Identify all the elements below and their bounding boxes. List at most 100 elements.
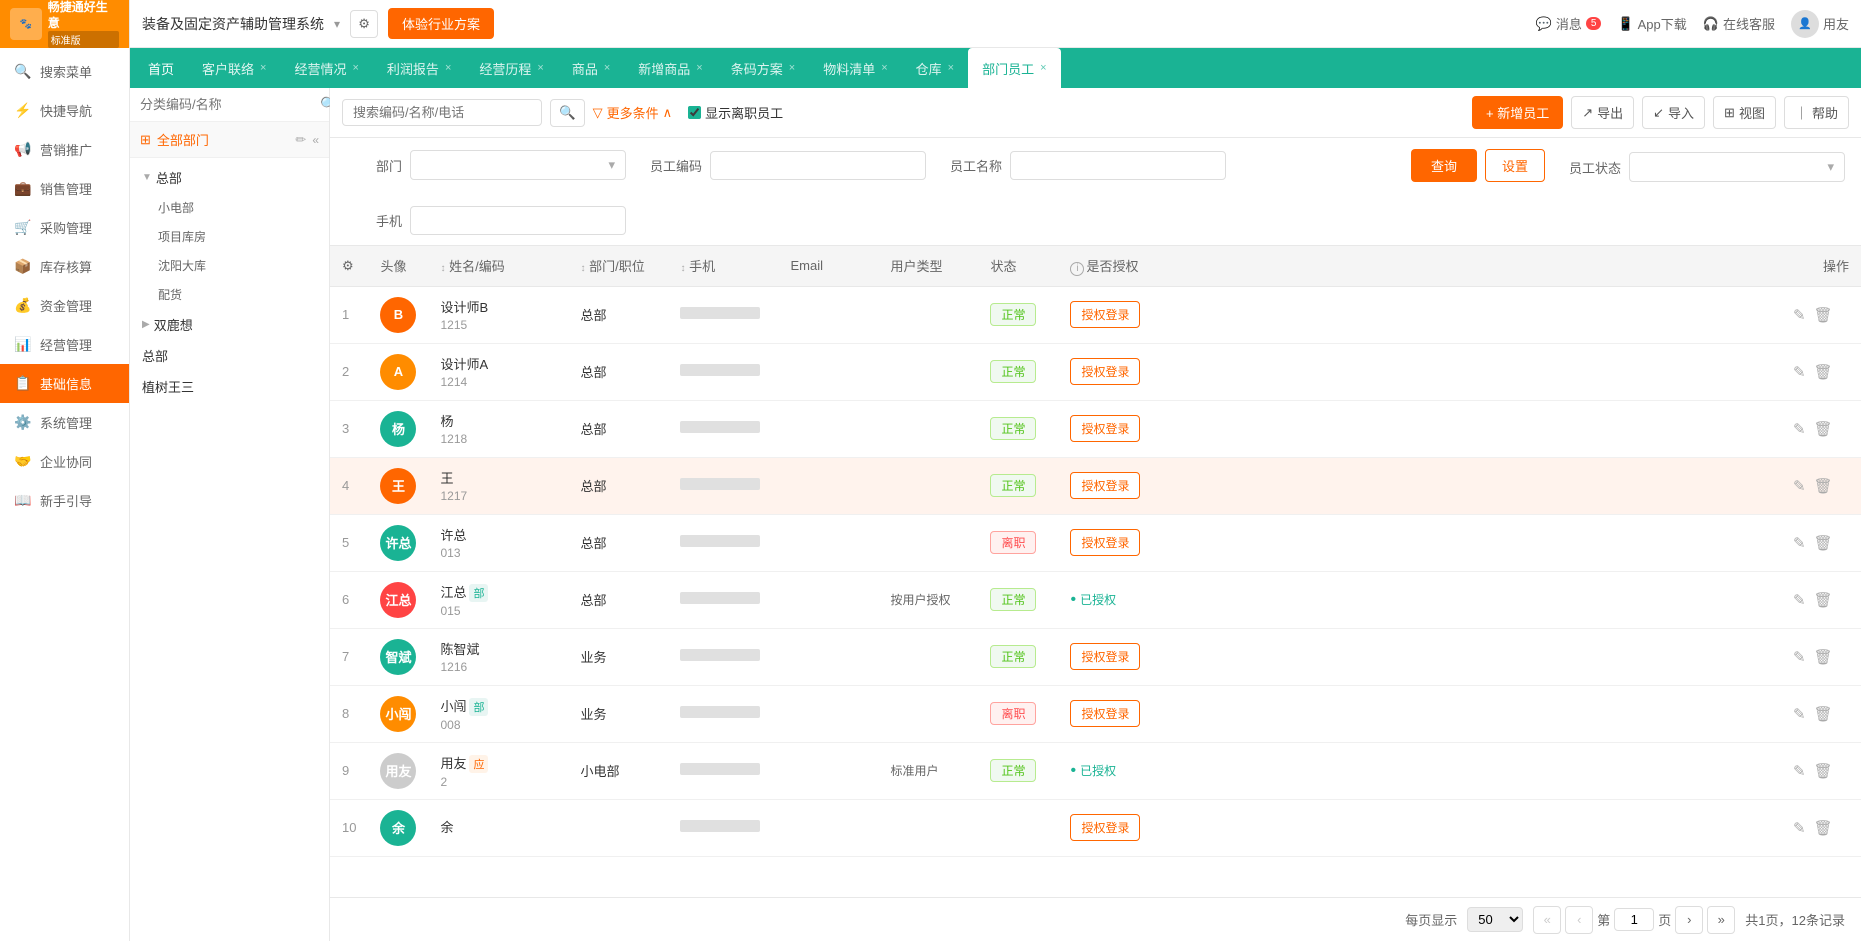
sidebar-item-enterprise[interactable]: 🤝企业协同 (0, 442, 129, 481)
dept-item-zongbu2[interactable]: 总部 (130, 340, 329, 371)
dept-item-zhishu[interactable]: 植树王三 (130, 371, 329, 402)
dept-item-peihuo[interactable]: 配货 (146, 280, 329, 309)
add-staff-button[interactable]: + 新增员工 (1472, 96, 1563, 129)
delete-icon[interactable]: 🗑 (1814, 477, 1833, 495)
close-icon[interactable]: × (881, 62, 887, 74)
dept-item-project[interactable]: 项目库房 (146, 222, 329, 251)
col-name[interactable]: ↕ 姓名/编码 (428, 246, 568, 286)
staff-search-button[interactable]: 🔍 (550, 99, 585, 127)
delete-icon[interactable]: 🗑 (1814, 420, 1833, 438)
reset-button[interactable]: 设置 (1485, 149, 1545, 182)
export-button[interactable]: ↗ 导出 (1571, 96, 1634, 129)
user-menu[interactable]: 👤 用友 (1791, 10, 1849, 38)
show-resigned-checkbox[interactable]: 显示离职员工 (688, 103, 783, 122)
prev-page-button[interactable]: ‹ (1565, 906, 1593, 934)
col-settings[interactable]: ⚙ (330, 246, 368, 286)
dept-search-input[interactable] (140, 97, 316, 112)
online-service-button[interactable]: 🎧 在线客服 (1703, 14, 1775, 33)
app-download-button[interactable]: 📱 App下载 (1617, 14, 1686, 33)
emp-code-input[interactable] (710, 151, 926, 180)
delete-icon[interactable]: 🗑 (1814, 762, 1833, 780)
sidebar-item-inventory[interactable]: 📦库存核算 (0, 247, 129, 286)
close-icon[interactable]: × (696, 62, 702, 74)
dept-select[interactable]: ▾ (410, 150, 626, 180)
edit-icon[interactable]: ✎ (1793, 762, 1806, 780)
sidebar-item-basic[interactable]: 📋基础信息 (0, 364, 129, 403)
tab-profit[interactable]: 利润报告× (373, 48, 465, 88)
sidebar-item-search[interactable]: 🔍搜索菜单 (0, 52, 129, 91)
sidebar-item-guide[interactable]: 📖新手引导 (0, 481, 129, 520)
dept-item-zongbu[interactable]: ▼ 总部 (130, 162, 329, 193)
sidebar-item-management[interactable]: 📊经营管理 (0, 325, 129, 364)
tab-barcode[interactable]: 条码方案× (717, 48, 809, 88)
delete-icon[interactable]: 🗑 (1814, 534, 1833, 552)
tab-process[interactable]: 经营历程× (465, 48, 557, 88)
edit-icon[interactable]: ✎ (1793, 705, 1806, 723)
last-page-button[interactable]: » (1707, 906, 1735, 934)
sidebar-item-finance[interactable]: 💰资金管理 (0, 286, 129, 325)
dept-item-shenyang[interactable]: 沈阳大库 (146, 251, 329, 280)
dept-all-header[interactable]: ⊞ 全部部门 ✏ « (130, 122, 329, 158)
tab-home[interactable]: 首页 (134, 48, 188, 88)
close-icon[interactable]: × (537, 62, 543, 74)
close-icon[interactable]: × (948, 62, 954, 74)
dept-item-xiaodian[interactable]: 小电部 (146, 193, 329, 222)
auth-login-button[interactable]: 授权登录 (1070, 529, 1140, 556)
dept-item-shuanglu[interactable]: ▶ 双鹿想 (130, 309, 329, 340)
tab-finance[interactable]: 经营情况× (280, 48, 372, 88)
page-number-input[interactable] (1614, 908, 1654, 931)
auth-login-button[interactable]: 授权登录 (1070, 358, 1140, 385)
auth-login-button[interactable]: 授权登录 (1070, 643, 1140, 670)
gear-button[interactable]: ⚙ (350, 10, 378, 38)
import-button[interactable]: ↙ 导入 (1642, 96, 1705, 129)
close-icon[interactable]: × (789, 62, 795, 74)
edit-icon[interactable]: ✎ (1793, 363, 1806, 381)
col-phone[interactable]: ↕ 手机 (668, 246, 778, 286)
sidebar-item-system[interactable]: ⚙️系统管理 (0, 403, 129, 442)
next-page-button[interactable]: › (1675, 906, 1703, 934)
page-size-select[interactable]: 50 100 200 (1467, 907, 1523, 932)
message-button[interactable]: 💬 消息 5 (1536, 14, 1602, 33)
phone-input[interactable] (410, 206, 626, 235)
tab-warehouse[interactable]: 仓库× (902, 48, 968, 88)
tab-goods[interactable]: 商品× (558, 48, 624, 88)
auth-login-button[interactable]: 授权登录 (1070, 814, 1140, 841)
staff-search-input[interactable] (342, 99, 542, 126)
edit-icon[interactable]: ✎ (1793, 477, 1806, 495)
more-filter-button[interactable]: ▽ 更多条件 ∧ (593, 103, 673, 122)
delete-icon[interactable]: 🗑 (1814, 648, 1833, 666)
first-page-button[interactable]: « (1533, 906, 1561, 934)
tab-customer[interactable]: 客户联络× (188, 48, 280, 88)
delete-icon[interactable]: 🗑 (1814, 591, 1833, 609)
delete-icon[interactable]: 🗑 (1814, 363, 1833, 381)
col-dept[interactable]: ↕ 部门/职位 (568, 246, 668, 286)
edit-icon[interactable]: ✎ (1793, 648, 1806, 666)
close-icon[interactable]: × (1040, 62, 1046, 74)
sidebar-item-marketing[interactable]: 📢营销推广 (0, 130, 129, 169)
resigned-checkbox-input[interactable] (688, 106, 701, 119)
emp-name-input[interactable] (1010, 151, 1226, 180)
query-button[interactable]: 查询 (1411, 149, 1477, 182)
delete-icon[interactable]: 🗑 (1814, 705, 1833, 723)
tab-new-goods[interactable]: 新增商品× (624, 48, 716, 88)
help-button[interactable]: ｜ 帮助 (1784, 96, 1849, 129)
edit-icon[interactable]: ✎ (1793, 819, 1806, 837)
dept-edit-icon[interactable]: ✏ (295, 132, 306, 148)
edit-icon[interactable]: ✎ (1793, 591, 1806, 609)
delete-icon[interactable]: 🗑 (1814, 819, 1833, 837)
edit-icon[interactable]: ✎ (1793, 420, 1806, 438)
auth-login-button[interactable]: 授权登录 (1070, 472, 1140, 499)
edit-icon[interactable]: ✎ (1793, 306, 1806, 324)
tab-material[interactable]: 物料清单× (809, 48, 901, 88)
collapse-icon[interactable]: « (312, 133, 319, 147)
auth-login-button[interactable]: 授权登录 (1070, 700, 1140, 727)
close-icon[interactable]: × (352, 62, 358, 74)
tab-dept-staff[interactable]: 部门员工× (968, 48, 1060, 88)
view-button[interactable]: ⊞ 视图 (1713, 96, 1776, 129)
close-icon[interactable]: × (445, 62, 451, 74)
sidebar-item-shortcut[interactable]: ⚡快捷导航 (0, 91, 129, 130)
sidebar-item-purchase[interactable]: 🛒采购管理 (0, 208, 129, 247)
auth-login-button[interactable]: 授权登录 (1070, 301, 1140, 328)
auth-login-button[interactable]: 授权登录 (1070, 415, 1140, 442)
close-icon[interactable]: × (260, 62, 266, 74)
